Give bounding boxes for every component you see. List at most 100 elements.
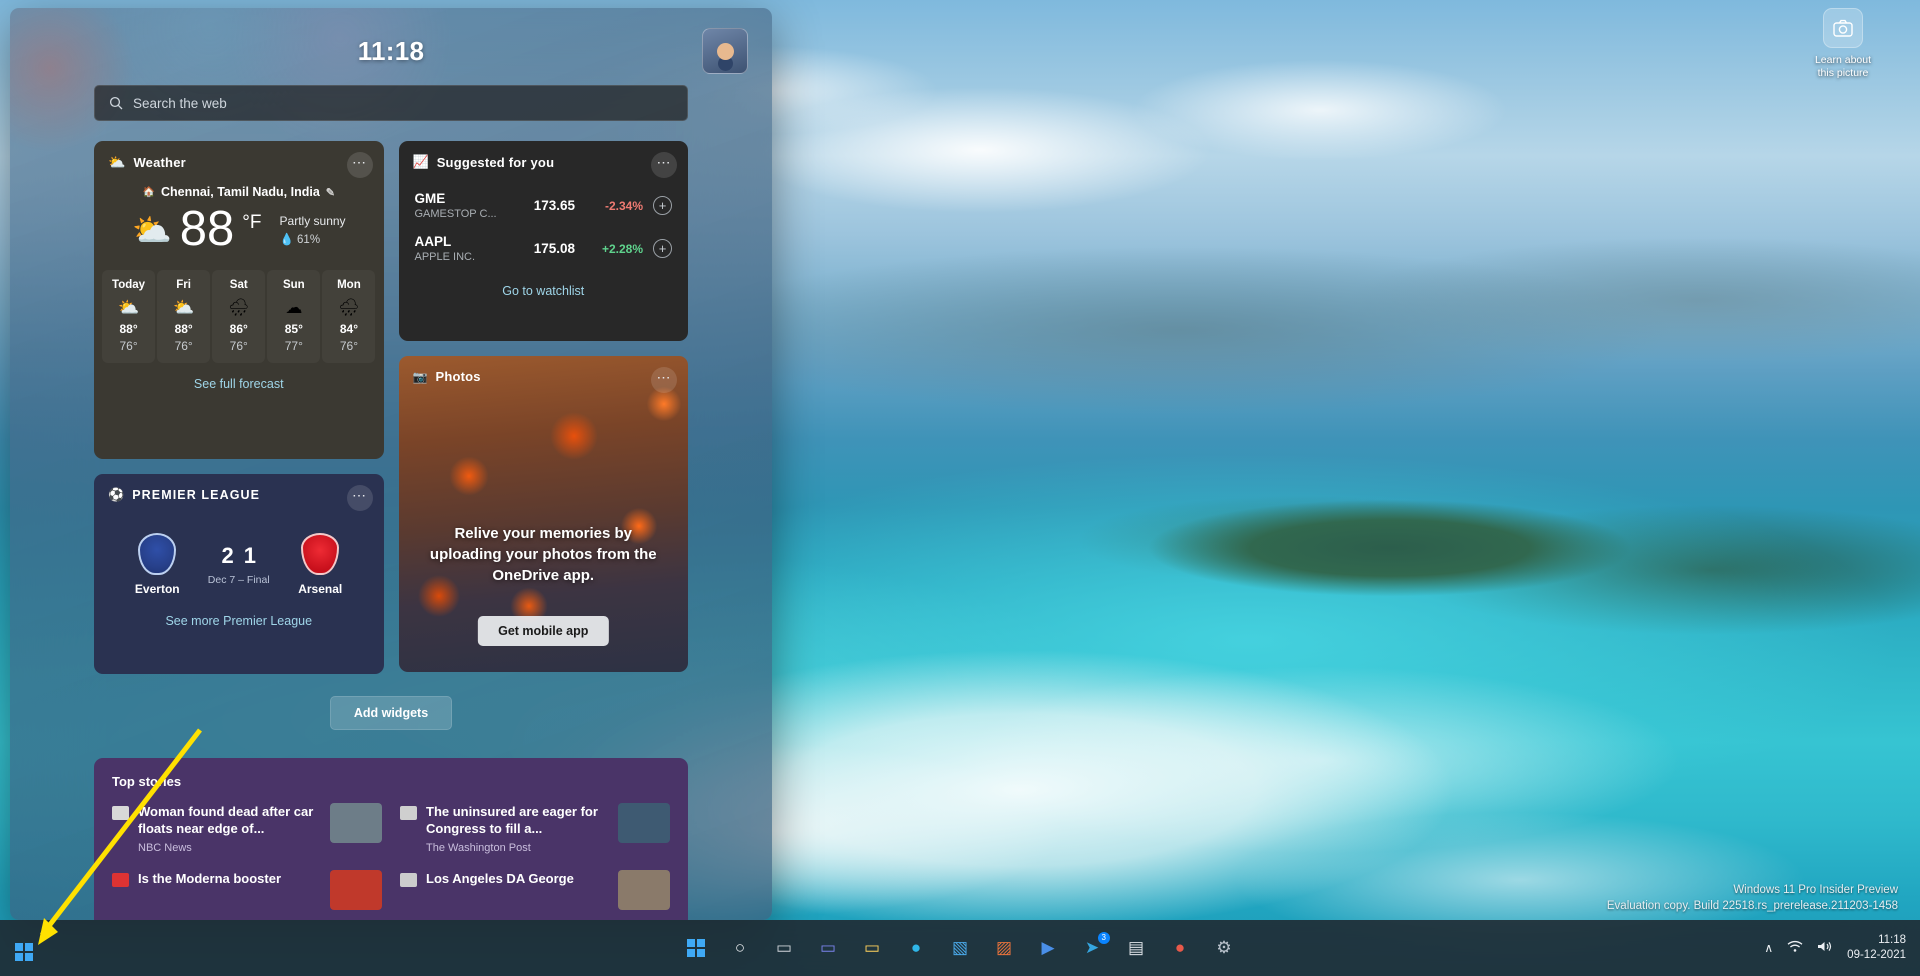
home-icon: 🏠 [143,187,155,198]
avatar-head [717,43,734,60]
news-item[interactable]: Los Angeles DA George [400,870,670,910]
settings-icon-glyph: ⚙ [1216,938,1231,958]
top-stories-heading: Top stories [112,774,670,789]
forecast-day[interactable]: Mon🌧84°76° [322,270,375,363]
news-item[interactable]: Woman found dead after car floats near e… [112,803,382,854]
see-full-forecast-link[interactable]: See full forecast [94,363,384,391]
task-view-icon[interactable]: ▭ [771,935,797,961]
weather-more-button[interactable]: ⋯ [347,152,373,178]
system-tray: ∧ 11:18 09-12-2021 [1764,933,1906,963]
teams-chat-icon[interactable]: ▭ [815,935,841,961]
stock-company: GAMESTOP C... [415,208,510,220]
stocks-widget[interactable]: 📈 Suggested for you ⋯ GMEGAMESTOP C...17… [399,141,689,341]
news-text: Los Angeles DA George [426,870,609,910]
media-player-icon[interactable]: ▶ [1035,935,1061,961]
settings-icon[interactable]: ⚙ [1211,935,1237,961]
weather-location[interactable]: 🏠 Chennai, Tamil Nadu, India ✎ [94,185,384,199]
plus-circle-icon[interactable]: + [653,239,672,258]
weather-condition-block: Partly sunny 💧 61% [280,214,346,246]
watermark-line-1: Windows 11 Pro Insider Preview [1607,882,1898,898]
search-icon[interactable]: ○ [727,935,753,961]
trending-up-icon: 📈 [413,154,429,170]
network-icon[interactable] [1787,940,1803,956]
evaluation-watermark: Windows 11 Pro Insider Preview Evaluatio… [1607,882,1898,914]
start-icon[interactable] [683,935,709,961]
weather-widget[interactable]: ⛅ Weather ⋯ 🏠 Chennai, Tamil Nadu, India… [94,141,384,459]
forecast-day-name: Sat [212,279,265,291]
volume-icon[interactable] [1817,940,1833,956]
avatar[interactable] [702,28,748,74]
news-column-right: The uninsured are eager for Congress to … [400,803,670,920]
top-stories-widget: Top stories Woman found dead after car f… [94,758,688,920]
news-title: Is the Moderna booster [138,870,321,887]
news-item[interactable]: The uninsured are eager for Congress to … [400,803,670,854]
file-explorer-icon[interactable]: ▭ [859,935,885,961]
notepad-icon[interactable]: ▤ [1123,935,1149,961]
telegram-icon[interactable]: ➤3 [1079,935,1105,961]
pencil-icon[interactable]: ✎ [326,186,335,199]
edge-icon[interactable]: ● [903,935,929,961]
store-icon[interactable]: ▧ [947,935,973,961]
weather-header: ⛅ Weather [94,141,384,179]
taskbar-clock[interactable]: 11:18 09-12-2021 [1847,933,1906,963]
score-box: 21 Dec 7 – Final [208,543,270,586]
plus-circle-icon[interactable]: + [653,196,672,215]
widgets-clock: 11:18 [94,8,688,67]
news-source: The Washington Post [426,842,609,854]
news-item[interactable]: Is the Moderna booster [112,870,382,910]
office-icon[interactable]: ▨ [991,935,1017,961]
news-thumbnail [618,870,670,910]
chrome-icon[interactable]: ● [1167,935,1193,961]
news-source-icon [112,873,129,887]
forecast-day[interactable]: Sat🌧86°76° [212,270,265,363]
news-source-icon [112,806,129,820]
match-score: 21 [208,543,270,569]
stock-change: -2.34% [585,199,643,213]
forecast-high: 86° [212,322,265,336]
weather-condition: Partly sunny [280,214,346,228]
widgets-panel: 11:18 Search the web ⛅ Weather ⋯ [10,8,772,920]
see-more-premier-league-link[interactable]: See more Premier League [94,596,384,628]
stock-row[interactable]: GMEGAMESTOP C...173.65-2.34%+ [399,184,689,227]
stock-info: GME GAMESTOP C... [415,191,510,220]
weather-title: Weather [133,155,185,170]
stock-row[interactable]: AAPLAPPLE INC.175.08+2.28%+ [399,227,689,270]
forecast-weather-icon: 🌧 [212,299,265,316]
stocks-title: Suggested for you [437,155,555,170]
premier-league-widget[interactable]: ⚽ PREMIER LEAGUE ⋯ Everton 21 [94,474,384,674]
photos-widget[interactable]: 📷 Photos ⋯ Relive your memories by uploa… [399,356,689,672]
news-title: Woman found dead after car floats near e… [138,803,321,837]
search-input[interactable]: Search the web [94,85,688,121]
forecast-day-name: Sun [267,279,320,291]
arsenal-crest-icon [301,533,339,575]
match-row: Everton 21 Dec 7 – Final Arsenal [94,533,384,596]
learn-about-picture-icon[interactable]: Learn about this picture [1788,8,1898,80]
teams-chat-icon-glyph: ▭ [820,938,836,958]
weather-current: ⛅ 88 °F Partly sunny 💧 61% [94,205,384,254]
notification-badge: 3 [1098,932,1110,944]
forecast-day[interactable]: Fri⛅88°76° [157,270,210,363]
away-score: 1 [244,543,266,568]
away-team-name: Arsenal [276,582,364,596]
forecast-high: 85° [267,322,320,336]
media-player-icon-glyph: ▶ [1041,938,1054,958]
search-icon [109,96,123,110]
stocks-more-button[interactable]: ⋯ [651,152,677,178]
start-button[interactable] [8,936,40,968]
news-source-icon [400,873,417,887]
stock-symbol: GME [415,191,510,206]
premier-league-header: ⚽ PREMIER LEAGUE [94,474,384,511]
photos-caption: Relive your memories by uploading your p… [399,523,689,586]
news-thumbnail [330,803,382,843]
go-to-watchlist-link[interactable]: Go to watchlist [399,270,689,298]
tray-chevron-icon[interactable]: ∧ [1764,941,1773,955]
premier-league-more-button[interactable]: ⋯ [347,485,373,511]
add-widgets-button[interactable]: Add widgets [330,696,452,730]
get-mobile-app-button[interactable]: Get mobile app [478,616,608,646]
forecast-high: 88° [102,322,155,336]
forecast-weather-icon: ⛅ [102,299,155,316]
forecast-day[interactable]: Sun☁85°77° [267,270,320,363]
news-thumbnail [330,870,382,910]
news-column-left: Woman found dead after car floats near e… [112,803,382,920]
forecast-day[interactable]: Today⛅88°76° [102,270,155,363]
